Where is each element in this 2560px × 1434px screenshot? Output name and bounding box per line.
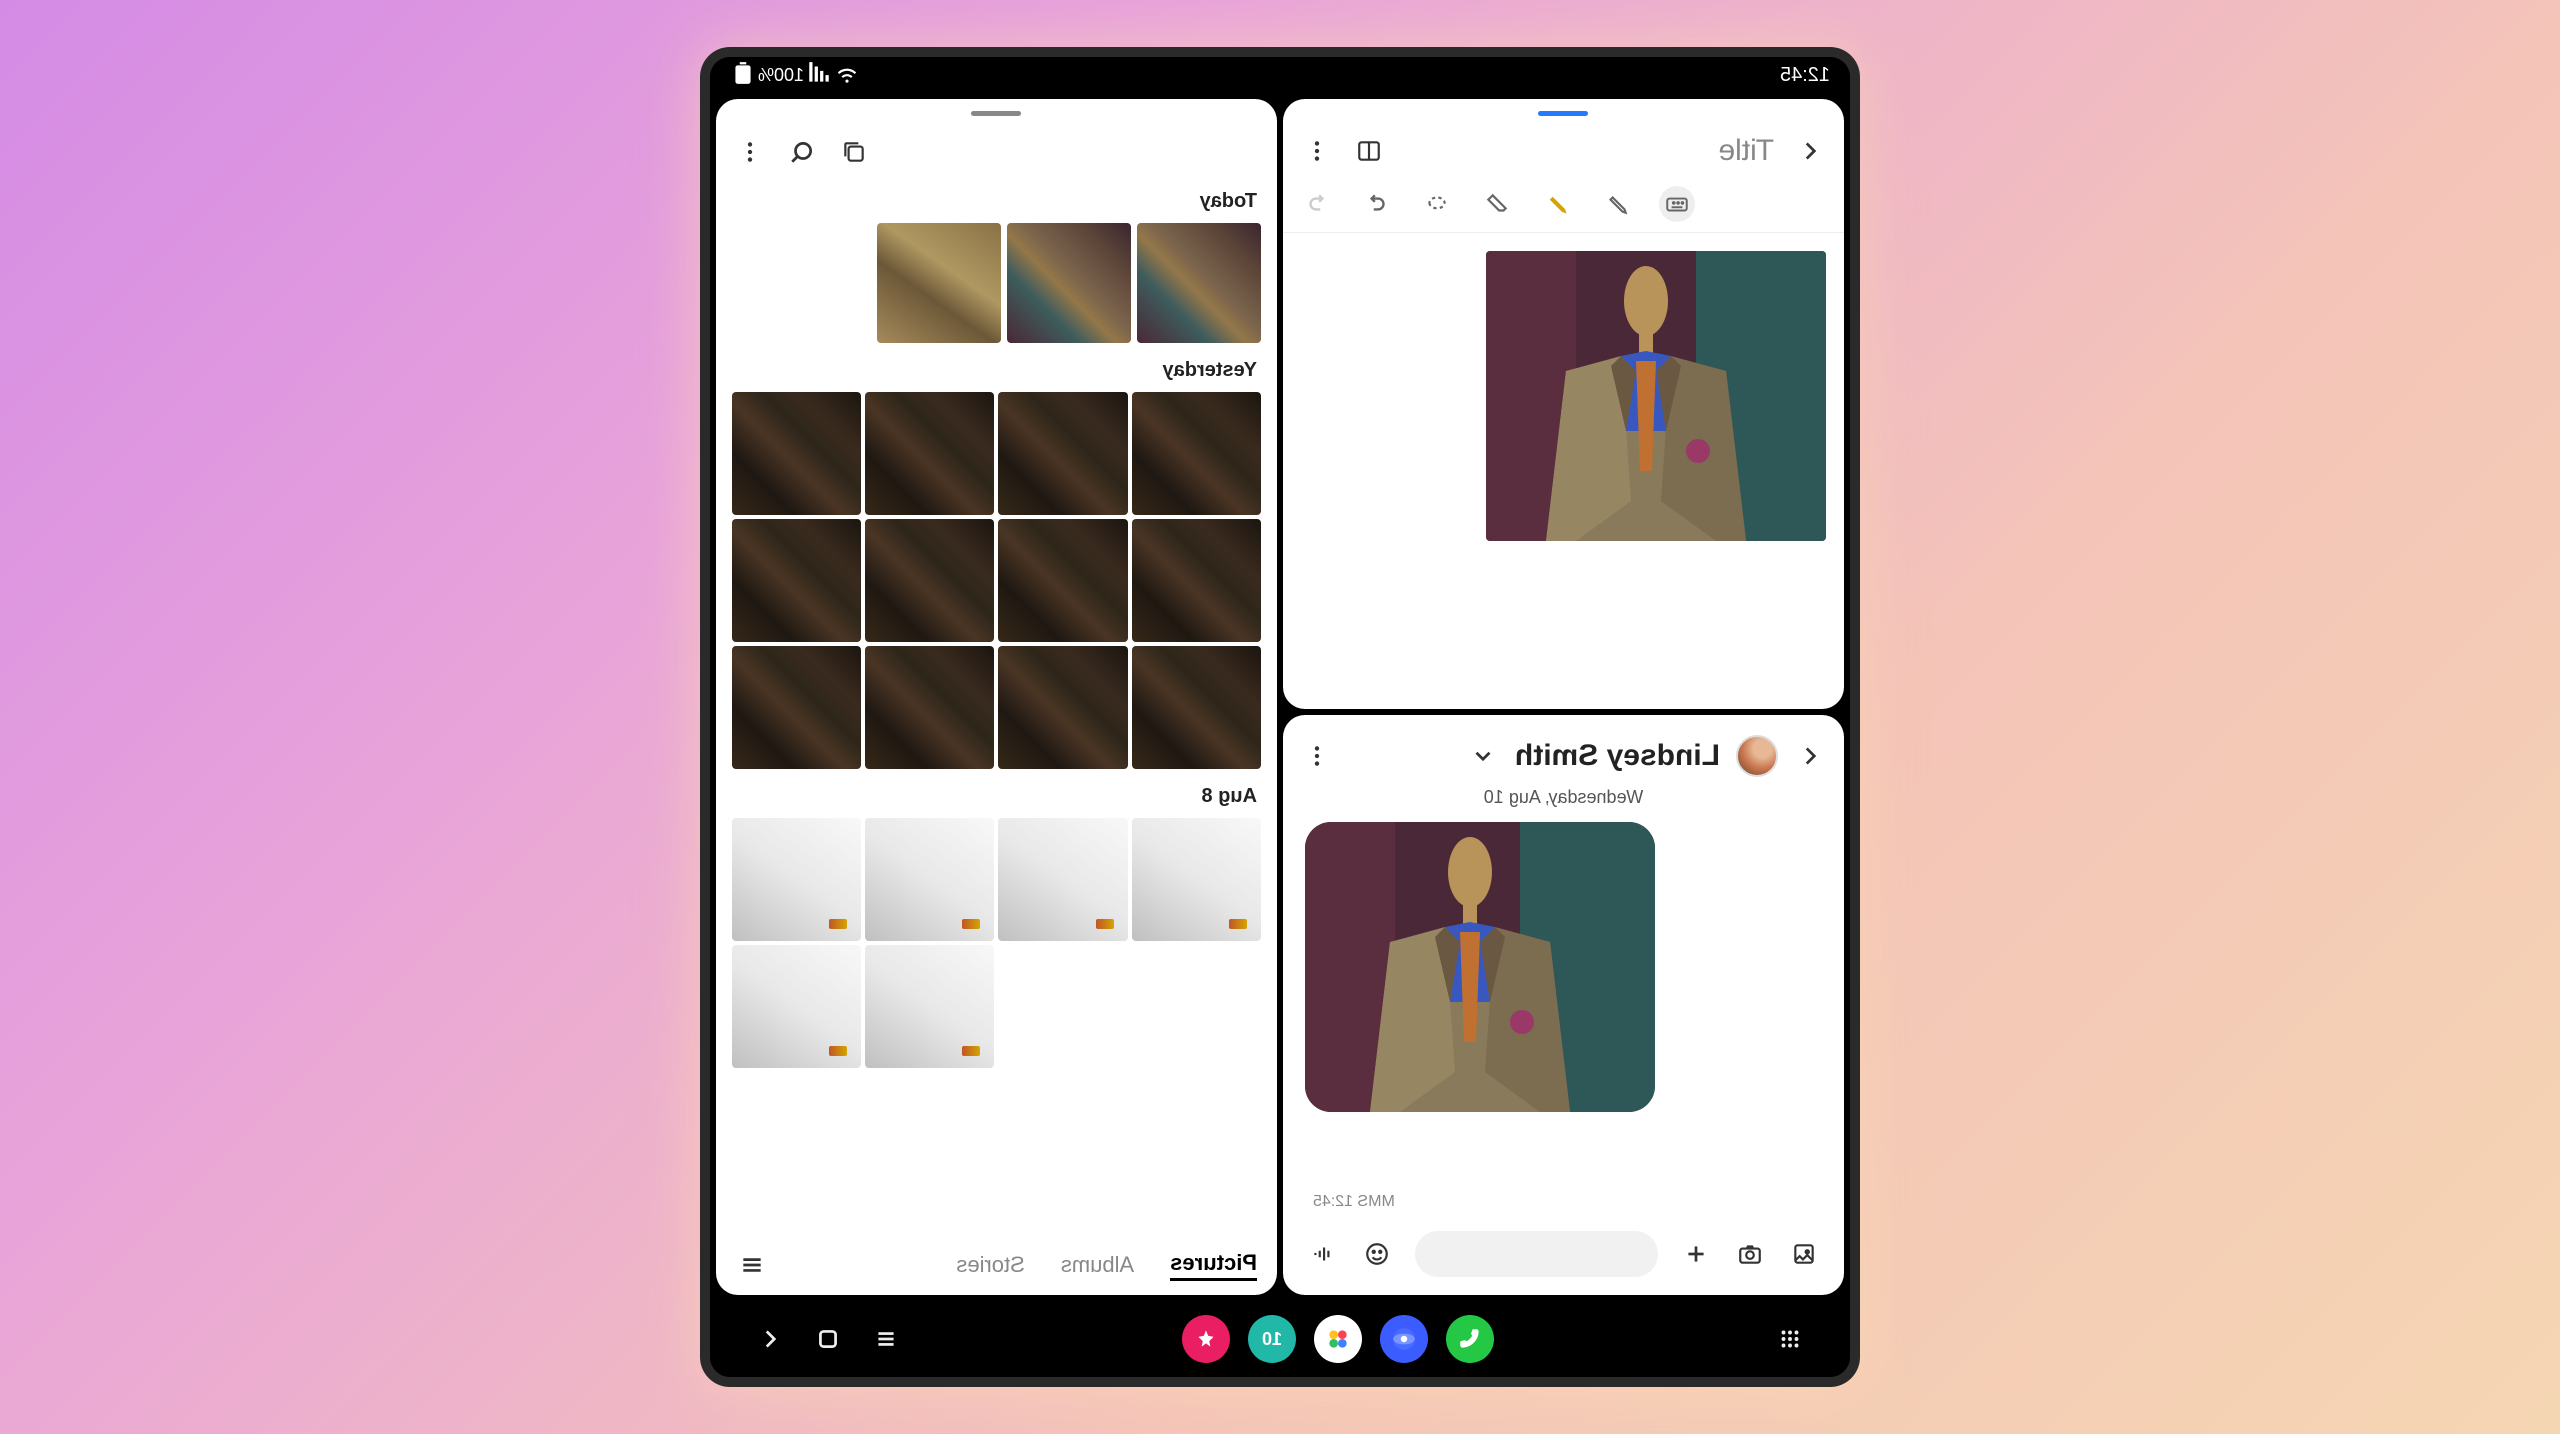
back-button[interactable] <box>1794 135 1826 167</box>
photo-thumb[interactable] <box>865 646 994 769</box>
back-button[interactable] <box>1794 740 1826 772</box>
keyboard-tool[interactable] <box>1659 186 1695 222</box>
more-options-icon[interactable] <box>1301 740 1333 772</box>
photo-thumb[interactable] <box>1132 818 1261 941</box>
calendar-app-icon[interactable]: 10 <box>1248 1315 1296 1363</box>
undo-button[interactable] <box>1299 186 1335 222</box>
photo-thumb[interactable] <box>732 392 861 515</box>
screen: 12:45 100% Title <box>710 57 1850 1377</box>
mms-image[interactable] <box>1305 822 1655 1112</box>
battery-label: 100% <box>758 65 804 86</box>
reader-mode-icon[interactable] <box>1353 135 1385 167</box>
photo-thumb[interactable] <box>999 818 1128 941</box>
photo-thumb[interactable] <box>865 818 994 941</box>
photo-thumb[interactable] <box>732 519 861 642</box>
pen-tool[interactable] <box>1599 186 1635 222</box>
emoji-icon[interactable] <box>1361 1238 1393 1270</box>
eraser-tool[interactable] <box>1479 186 1515 222</box>
photo-thumb[interactable] <box>865 945 994 1068</box>
add-attach-icon[interactable] <box>1680 1238 1712 1270</box>
drag-handle[interactable] <box>1539 111 1589 116</box>
tab-pictures[interactable]: Pictures <box>1170 1250 1257 1281</box>
photo-thumb[interactable] <box>732 646 861 769</box>
drag-handle[interactable] <box>972 111 1022 116</box>
photo-thumb[interactable] <box>865 519 994 642</box>
status-time: 12:45 <box>1780 64 1830 87</box>
more-options-icon[interactable] <box>1301 135 1333 167</box>
wifi-icon <box>834 60 860 91</box>
browser-app-icon[interactable] <box>1380 1315 1428 1363</box>
voice-message-icon[interactable] <box>1307 1238 1339 1270</box>
expand-contact-icon[interactable] <box>1467 740 1499 772</box>
notes-app: Title <box>1283 99 1844 709</box>
contact-name[interactable]: Lindsey Smith <box>1515 739 1720 773</box>
photo-thumb[interactable] <box>865 392 994 515</box>
navigation-bar: 10 <box>710 1301 1850 1377</box>
gallery-app-icon[interactable] <box>1182 1315 1230 1363</box>
tab-stories[interactable]: Stories <box>956 1252 1024 1278</box>
phone-app-icon[interactable] <box>1446 1315 1494 1363</box>
photo-thumb[interactable] <box>877 223 1001 343</box>
lasso-tool[interactable] <box>1419 186 1455 222</box>
status-bar: 12:45 100% <box>710 57 1850 93</box>
photo-thumb[interactable] <box>1132 392 1261 515</box>
photo-thumb[interactable] <box>1007 223 1131 343</box>
inserted-image[interactable] <box>1486 251 1826 541</box>
message-input[interactable] <box>1415 1231 1658 1277</box>
section-yesterday: Yesterday <box>732 343 1261 392</box>
apps-grid-icon[interactable] <box>1770 1319 1810 1359</box>
signal-icon <box>806 60 832 91</box>
gallery-attach-icon[interactable] <box>1788 1238 1820 1270</box>
photo-thumb[interactable] <box>999 519 1128 642</box>
battery-icon <box>730 60 756 91</box>
message-timestamp: MMS 12:45 <box>1283 1185 1844 1221</box>
photo-thumb[interactable] <box>1137 223 1261 343</box>
back-button[interactable] <box>750 1319 790 1359</box>
gallery-app: Today Yesterday <box>716 99 1277 1295</box>
photo-thumb[interactable] <box>1132 519 1261 642</box>
search-icon[interactable] <box>786 136 818 168</box>
tab-albums[interactable]: Albums <box>1061 1252 1134 1278</box>
photo-thumb[interactable] <box>999 646 1128 769</box>
photo-thumb[interactable] <box>1132 646 1261 769</box>
messages-app: Lindsey Smith Wednesday, Aug 10 <box>1283 715 1844 1295</box>
collections-icon[interactable] <box>838 136 870 168</box>
menu-icon[interactable] <box>736 1249 768 1281</box>
section-today: Today <box>732 174 1261 223</box>
note-title-input[interactable]: Title <box>1405 134 1774 168</box>
message-date: Wednesday, Aug 10 <box>1283 783 1844 822</box>
home-button[interactable] <box>808 1319 848 1359</box>
foldable-device: 12:45 100% Title <box>700 47 1860 1387</box>
contact-avatar[interactable] <box>1736 735 1778 777</box>
recents-button[interactable] <box>866 1319 906 1359</box>
photo-thumb[interactable] <box>732 945 861 1068</box>
photo-thumb[interactable] <box>999 392 1128 515</box>
section-aug8: Aug 8 <box>732 769 1261 818</box>
more-options-icon[interactable] <box>734 136 766 168</box>
redo-button[interactable] <box>1359 186 1395 222</box>
multitasking-app-icon[interactable] <box>1314 1315 1362 1363</box>
camera-attach-icon[interactable] <box>1734 1238 1766 1270</box>
split-content: Title <box>710 93 1850 1301</box>
highlighter-tool[interactable] <box>1539 186 1575 222</box>
photo-thumb[interactable] <box>732 818 861 941</box>
